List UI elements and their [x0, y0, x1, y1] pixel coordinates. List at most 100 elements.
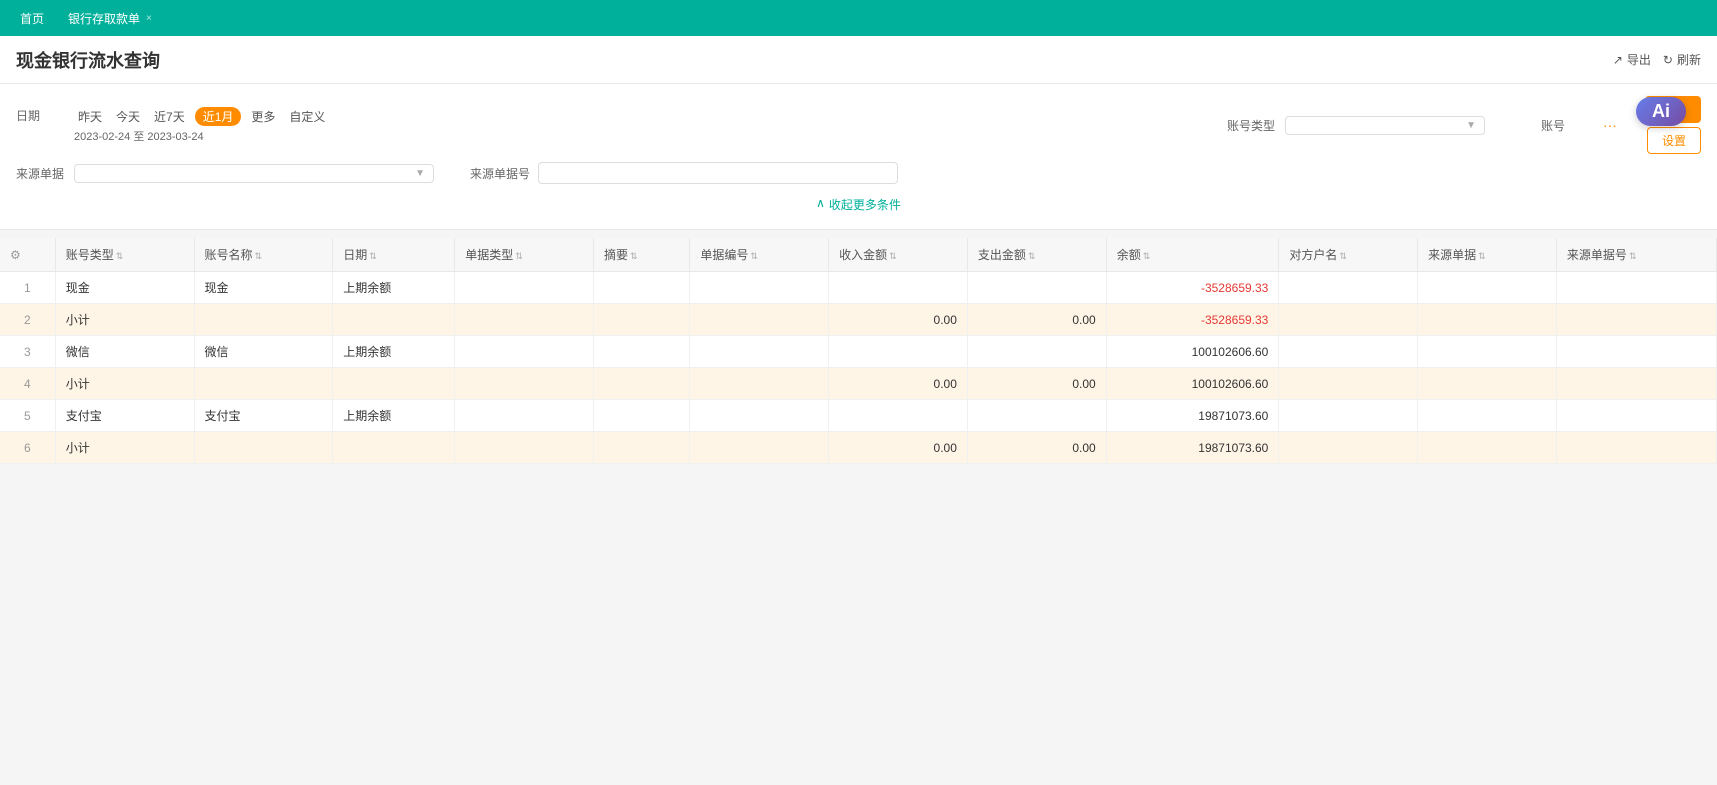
cell-summary [593, 336, 689, 368]
cell-seq: 4 [0, 368, 55, 400]
col-header-gear: ⚙ [0, 238, 55, 272]
cell-counterpart [1279, 304, 1418, 336]
col-header-doc_no[interactable]: 单据编号⇅ [690, 238, 829, 272]
col-header-account_name[interactable]: 账号名称⇅ [194, 238, 333, 272]
cell-income: 0.00 [829, 368, 968, 400]
date-range-display: 2023-02-24 至 2023-03-24 [74, 128, 329, 144]
table-row: 3微信微信上期余额100102606.60 [0, 336, 1717, 368]
col-label-source_doc: 来源单据 [1428, 248, 1476, 262]
top-navigation: 首页 收款单×付款单×其他收入单×应收应付调整单×银行存取款单×预收冲应收单×收… [0, 0, 1717, 36]
col-header-doc_type[interactable]: 单据类型⇅ [455, 238, 594, 272]
cell-account_name: 支付宝 [194, 400, 333, 432]
tab-bank-deposit[interactable]: 银行存取款单× [56, 0, 188, 36]
col-label-date: 日期 [343, 248, 367, 262]
account-type-select[interactable]: ▼ [1285, 116, 1485, 135]
col-label-account_name: 账号名称 [205, 248, 253, 262]
cell-account_name [194, 368, 333, 400]
cell-account_name [194, 304, 333, 336]
col-header-source_doc_no[interactable]: 来源单据号⇅ [1556, 238, 1716, 272]
date-shortcut-自定义[interactable]: 自定义 [285, 107, 329, 126]
data-table-wrap: ⚙账号类型⇅账号名称⇅日期⇅单据类型⇅摘要⇅单据编号⇅收入金额⇅支出金额⇅余额⇅… [0, 238, 1717, 464]
cell-balance: 19871073.60 [1106, 400, 1279, 432]
collapse-bar[interactable]: ∧ 收起更多条件 [16, 192, 1701, 217]
cell-expense: 0.00 [967, 304, 1106, 336]
date-shortcut-昨天[interactable]: 昨天 [74, 107, 106, 126]
gear-icon[interactable]: ⚙ [10, 248, 21, 262]
refresh-icon: ↻ [1663, 53, 1673, 67]
table-row: 2小计0.000.00-3528659.33 [0, 304, 1717, 336]
source-doc-select[interactable]: ▼ [74, 164, 434, 183]
col-label-doc_no: 单据编号 [700, 248, 748, 262]
table-row: 1现金现金上期余额-3528659.33 [0, 272, 1717, 304]
table-row: 4小计0.000.00100102606.60 [0, 368, 1717, 400]
col-header-summary[interactable]: 摘要⇅ [593, 238, 689, 272]
export-button[interactable]: ↗ 导出 [1613, 51, 1651, 68]
cell-summary [593, 272, 689, 304]
cell-doc_no [690, 272, 829, 304]
source-doc-no-label: 来源单据号 [470, 165, 530, 182]
cell-account_type: 现金 [55, 272, 194, 304]
cell-expense [967, 400, 1106, 432]
cell-source_doc_no [1556, 272, 1716, 304]
cell-account_type: 小计 [55, 304, 194, 336]
data-table: ⚙账号类型⇅账号名称⇅日期⇅单据类型⇅摘要⇅单据编号⇅收入金额⇅支出金额⇅余额⇅… [0, 238, 1717, 464]
cell-seq: 1 [0, 272, 55, 304]
col-header-income[interactable]: 收入金额⇅ [829, 238, 968, 272]
cell-expense [967, 336, 1106, 368]
cell-account_type: 支付宝 [55, 400, 194, 432]
refresh-button[interactable]: ↻ 刷新 [1663, 51, 1701, 68]
source-doc-no-input[interactable] [538, 162, 898, 184]
filter-area: 日期 昨天今天近7天近1月更多自定义 2023-02-24 至 2023-03-… [0, 84, 1717, 230]
col-label-balance: 余额 [1117, 248, 1141, 262]
ai-assistant-button[interactable]: Ai [1636, 97, 1686, 126]
table-row: 5支付宝支付宝上期余额19871073.60 [0, 400, 1717, 432]
cell-balance: 19871073.60 [1106, 432, 1279, 464]
col-header-balance[interactable]: 余额⇅ [1106, 238, 1279, 272]
cell-counterpart [1279, 432, 1418, 464]
col-header-source_doc[interactable]: 来源单据⇅ [1418, 238, 1557, 272]
col-label-account_type: 账号类型 [66, 248, 114, 262]
account-ellipsis-btn[interactable]: ··· [1599, 117, 1621, 133]
nav-tabs: 收款单×付款单×其他收入单×应收应付调整单×银行存取款单×预收冲应收单×收款核销… [56, 0, 188, 36]
sort-icon-account_type: ⇅ [116, 251, 124, 261]
cell-doc_no [690, 368, 829, 400]
col-label-counterpart: 对方户名 [1289, 248, 1337, 262]
account-type-label: 账号类型 [1227, 117, 1277, 134]
date-shortcut-近1月[interactable]: 近1月 [195, 107, 242, 126]
sort-icon-counterpart: ⇅ [1339, 251, 1347, 261]
cell-account_name [194, 432, 333, 464]
date-shortcut-近7天[interactable]: 近7天 [150, 107, 189, 126]
cell-income: 0.00 [829, 432, 968, 464]
col-header-counterpart[interactable]: 对方户名⇅ [1279, 238, 1418, 272]
cell-seq: 3 [0, 336, 55, 368]
nav-home[interactable]: 首页 [8, 0, 56, 36]
cell-date [333, 432, 455, 464]
cell-source_doc [1418, 336, 1557, 368]
cell-account_name: 微信 [194, 336, 333, 368]
col-header-date[interactable]: 日期⇅ [333, 238, 455, 272]
date-filter-col: 昨天今天近7天近1月更多自定义 2023-02-24 至 2023-03-24 [74, 107, 329, 144]
table-row: 6小计0.000.0019871073.60 [0, 432, 1717, 464]
sort-icon-expense: ⇅ [1028, 251, 1036, 261]
cell-source_doc_no [1556, 400, 1716, 432]
col-label-summary: 摘要 [604, 248, 628, 262]
cell-source_doc_no [1556, 368, 1716, 400]
date-shortcut-更多[interactable]: 更多 [247, 107, 279, 126]
cell-income [829, 272, 968, 304]
cell-doc_type [455, 336, 594, 368]
cell-counterpart [1279, 336, 1418, 368]
sort-icon-date: ⇅ [369, 251, 377, 261]
sort-icon-doc_no: ⇅ [750, 251, 758, 261]
sort-icon-summary: ⇅ [630, 251, 638, 261]
date-shortcut-今天[interactable]: 今天 [112, 107, 144, 126]
header-bar: 现金银行流水查询 ↗ 导出 ↻ 刷新 [0, 36, 1717, 84]
settings-button[interactable]: 设置 [1647, 127, 1701, 154]
sort-icon-account_name: ⇅ [255, 251, 263, 261]
close-icon[interactable]: × [146, 13, 152, 24]
cell-doc_no [690, 400, 829, 432]
col-header-expense[interactable]: 支出金额⇅ [967, 238, 1106, 272]
cell-account_name: 现金 [194, 272, 333, 304]
cell-doc_type [455, 400, 594, 432]
col-header-account_type[interactable]: 账号类型⇅ [55, 238, 194, 272]
sort-icon-doc_type: ⇅ [515, 251, 523, 261]
